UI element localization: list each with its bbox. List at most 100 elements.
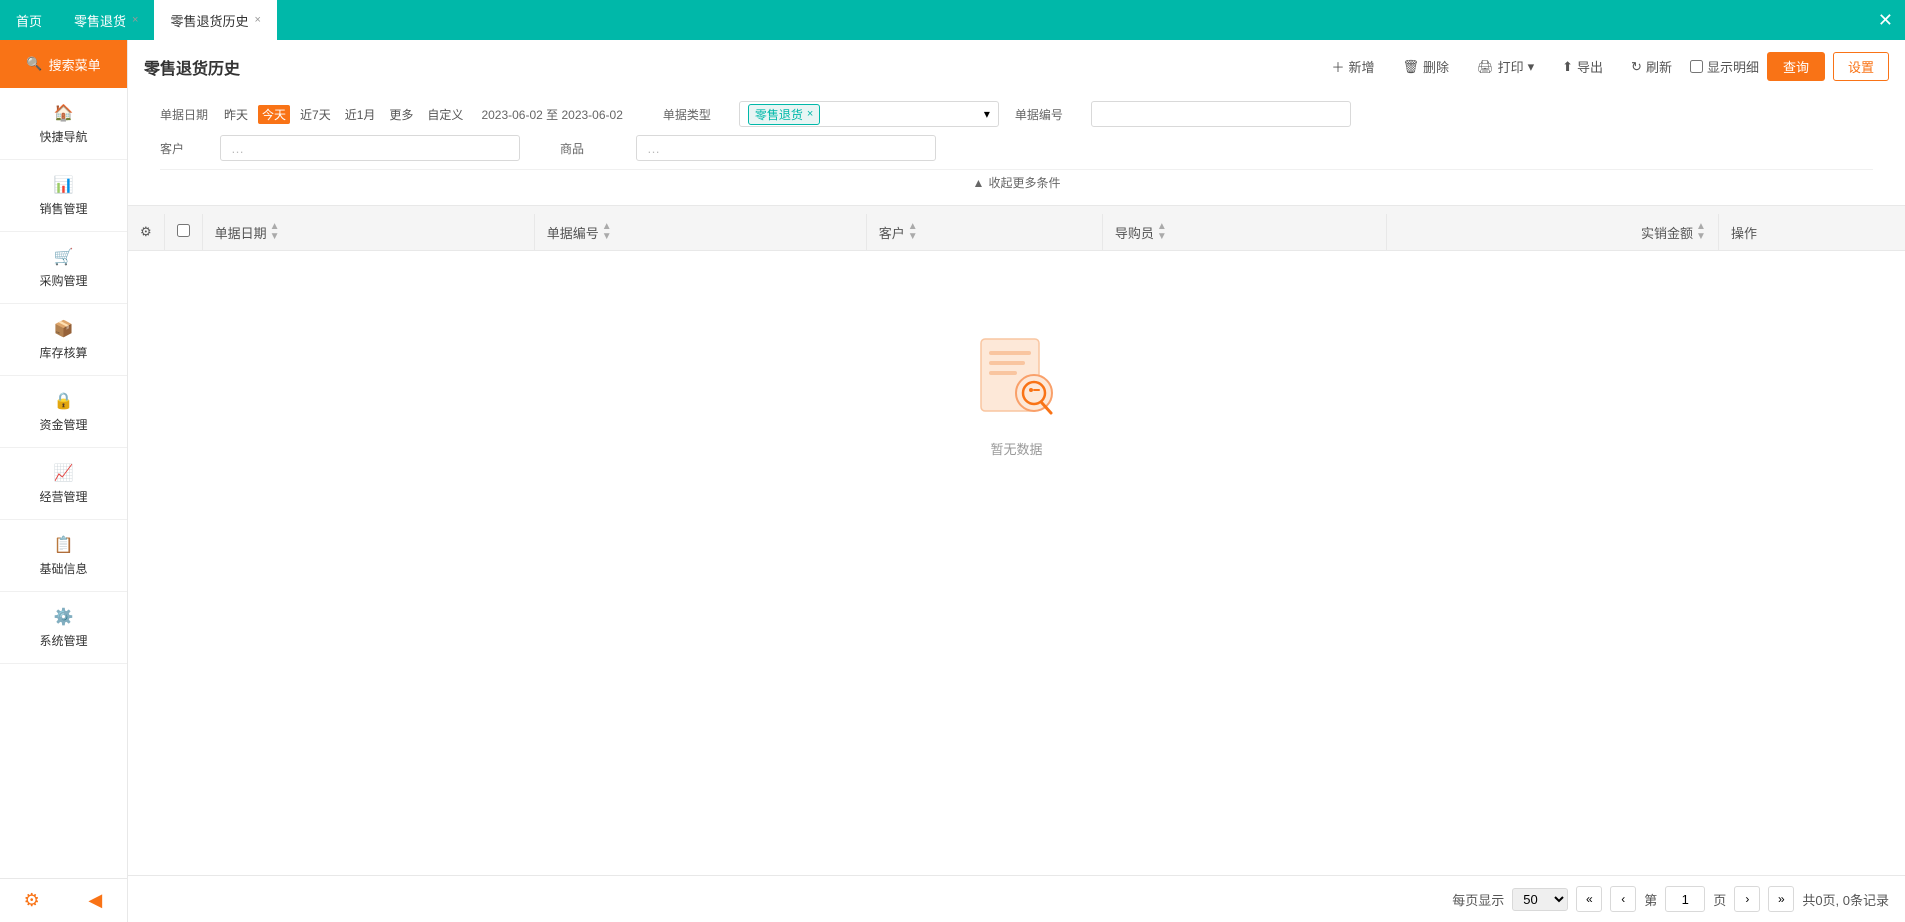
- new-label: 新增: [1349, 57, 1375, 76]
- delete-label: 删除: [1423, 57, 1449, 76]
- date-sort-arrows: ▲▼: [270, 222, 280, 242]
- tab-retail-return-close[interactable]: ×: [132, 14, 138, 26]
- delete-button[interactable]: 🗑 删除: [1393, 53, 1460, 80]
- sidebar-item-purchase-label: 采购管理: [39, 272, 87, 289]
- topbar: 零售退货历史 首页 零售退货 × 零售退货历史 × ✕: [0, 0, 1905, 40]
- basic-info-icon: 📋: [53, 534, 75, 556]
- th-checkbox[interactable]: [164, 214, 202, 251]
- date-opt-custom[interactable]: 自定义: [423, 105, 467, 124]
- collapse-label: 收起更多条件: [988, 174, 1060, 191]
- total-info: 共0页, 0条记录: [1802, 890, 1889, 909]
- sidebar-settings-btn[interactable]: ⚙: [0, 879, 64, 922]
- filter-area: 单据日期 昨天 今天 近7天 近1月 更多 自定义 2023-06-02 至 2…: [144, 91, 1889, 205]
- collapse-button[interactable]: ▲ 收起更多条件: [973, 174, 1061, 191]
- last-page-btn[interactable]: »: [1768, 886, 1794, 912]
- th-guide[interactable]: 导购员 ▲▼: [1102, 214, 1386, 251]
- quick-nav-icon: 🏠: [53, 102, 75, 124]
- purchase-icon: 🛒: [53, 246, 75, 268]
- query-button[interactable]: 查询: [1767, 52, 1825, 81]
- table-header-row: ⚙ 单据日期 ▲▼ 单据编号: [128, 214, 1905, 251]
- goods-filter-label: 商品: [560, 140, 620, 157]
- number-filter-input[interactable]: [1091, 101, 1351, 127]
- type-dropdown-icon: ▾: [984, 107, 990, 121]
- filter-row-date: 单据日期 昨天 今天 近7天 近1月 更多 自定义 2023-06-02 至 2…: [160, 101, 1873, 127]
- content-area: 零售退货历史 ＋ 新增 🗑 删除 🖨 打印 ▾: [128, 40, 1905, 922]
- topbar-close[interactable]: ✕: [1878, 10, 1905, 31]
- th-number-label: 单据编号: [547, 223, 599, 242]
- sidebar-nav: 🏠 快捷导航 📊 销售管理 🛒 采购管理 📦 库存核算 🔒 资金管理 📈: [0, 88, 127, 878]
- inventory-icon: 📦: [53, 318, 75, 340]
- sidebar-search[interactable]: 🔍 搜索菜单: [0, 40, 127, 88]
- per-page-select[interactable]: 50 10 20 100: [1512, 888, 1568, 911]
- sidebar-item-finance[interactable]: 🔒 资金管理: [0, 376, 127, 448]
- sidebar-item-operation[interactable]: 📈 经营管理: [0, 448, 127, 520]
- number-filter-label: 单据编号: [1015, 106, 1075, 123]
- tab-home[interactable]: 零售退货历史 首页: [0, 0, 58, 40]
- type-filter-label: 单据类型: [663, 106, 723, 123]
- th-amount[interactable]: 实销金额 ▲▼: [1386, 214, 1718, 251]
- data-table: ⚙ 单据日期 ▲▼ 单据编号: [128, 214, 1905, 251]
- th-number[interactable]: 单据编号 ▲▼: [534, 214, 866, 251]
- customer-filter-label: 客户: [160, 140, 220, 157]
- date-opt-more[interactable]: 更多: [385, 105, 417, 124]
- date-opt-7days[interactable]: 近7天: [296, 105, 335, 124]
- first-page-btn[interactable]: «: [1576, 886, 1602, 912]
- export-label: 导出: [1577, 57, 1603, 76]
- new-button[interactable]: ＋ 新增: [1321, 53, 1384, 80]
- print-icon: 🖨: [1477, 59, 1494, 75]
- customer-filter-input[interactable]: …: [220, 135, 520, 161]
- refresh-button[interactable]: ↻ 刷新: [1621, 53, 1682, 80]
- refresh-icon: ↻: [1631, 59, 1642, 75]
- date-opt-yesterday[interactable]: 昨天: [220, 105, 252, 124]
- per-page-label: 每页显示: [1452, 890, 1504, 909]
- sidebar-item-system-mgmt[interactable]: ⚙️ 系统管理: [0, 592, 127, 664]
- page-title: 零售退货历史: [144, 55, 240, 79]
- export-button[interactable]: ⬆ 导出: [1552, 53, 1613, 80]
- table-header: ⚙ 单据日期 ▲▼ 单据编号: [128, 214, 1905, 251]
- main-layout: 🔍 搜索菜单 🏠 快捷导航 📊 销售管理 🛒 采购管理 📦 库存核算 🔒: [0, 40, 1905, 922]
- tab-retail-return-history-label: 零售退货历史: [170, 11, 248, 30]
- print-button[interactable]: 🖨 打印 ▾: [1467, 53, 1544, 80]
- sidebar-item-inventory[interactable]: 📦 库存核算: [0, 304, 127, 376]
- sidebar-item-basic-info-label: 基础信息: [39, 560, 87, 577]
- tab-list: 零售退货历史 首页 零售退货 × 零售退货历史 ×: [0, 0, 1878, 40]
- type-tag-close[interactable]: ×: [807, 108, 813, 120]
- select-all-checkbox[interactable]: [177, 224, 190, 237]
- tab-home-label: 首页: [16, 11, 42, 30]
- next-page-btn[interactable]: ›: [1734, 886, 1760, 912]
- sidebar-item-system-label: 系统管理: [39, 632, 87, 649]
- prev-page-btn[interactable]: ‹: [1610, 886, 1636, 912]
- th-customer-label: 客户: [879, 223, 905, 242]
- type-filter-select[interactable]: 零售退货 × ▾: [739, 101, 999, 127]
- tab-retail-return-history[interactable]: 零售退货历史 ×: [154, 0, 276, 40]
- sidebar-item-quick-nav-label: 快捷导航: [39, 128, 87, 145]
- sidebar-item-sales-mgmt[interactable]: 📊 销售管理: [0, 160, 127, 232]
- sidebar-item-inventory-label: 库存核算: [39, 344, 87, 361]
- date-opt-1month[interactable]: 近1月: [341, 105, 380, 124]
- sidebar-item-quick-nav[interactable]: 🏠 快捷导航: [0, 88, 127, 160]
- setting-button[interactable]: 设置: [1833, 52, 1889, 81]
- search-icon: 🔍: [26, 56, 42, 72]
- sidebar-item-basic-info[interactable]: 📋 基础信息: [0, 520, 127, 592]
- table-settings-icon[interactable]: ⚙: [140, 224, 152, 239]
- th-settings[interactable]: ⚙: [128, 214, 164, 251]
- sidebar-collapse-btn[interactable]: ◀: [64, 879, 128, 922]
- th-customer[interactable]: 客户 ▲▼: [866, 214, 1102, 251]
- show-detail-input[interactable]: [1690, 60, 1703, 73]
- show-detail-checkbox[interactable]: 显示明细: [1690, 57, 1759, 76]
- th-action-label: 操作: [1731, 226, 1757, 241]
- page-number-input[interactable]: [1665, 886, 1705, 912]
- goods-filter-input[interactable]: …: [636, 135, 936, 161]
- sidebar-item-purchase-mgmt[interactable]: 🛒 采购管理: [0, 232, 127, 304]
- date-opt-today[interactable]: 今天: [258, 105, 290, 124]
- sidebar: 🔍 搜索菜单 🏠 快捷导航 📊 销售管理 🛒 采购管理 📦 库存核算 🔒: [0, 40, 128, 922]
- system-icon: ⚙️: [53, 606, 75, 628]
- table-area: ⚙ 单据日期 ▲▼ 单据编号: [128, 214, 1905, 875]
- date-range-display: 2023-06-02 至 2023-06-02: [481, 106, 622, 123]
- sidebar-item-sales-label: 销售管理: [39, 200, 87, 217]
- toolbar: ＋ 新增 🗑 删除 🖨 打印 ▾ ⬆ 导出: [1321, 52, 1889, 81]
- th-date[interactable]: 单据日期 ▲▼: [202, 214, 534, 251]
- tab-retail-return[interactable]: 零售退货 ×: [58, 0, 154, 40]
- th-amount-label: 实销金额: [1641, 223, 1693, 242]
- tab-retail-return-history-close[interactable]: ×: [254, 14, 260, 26]
